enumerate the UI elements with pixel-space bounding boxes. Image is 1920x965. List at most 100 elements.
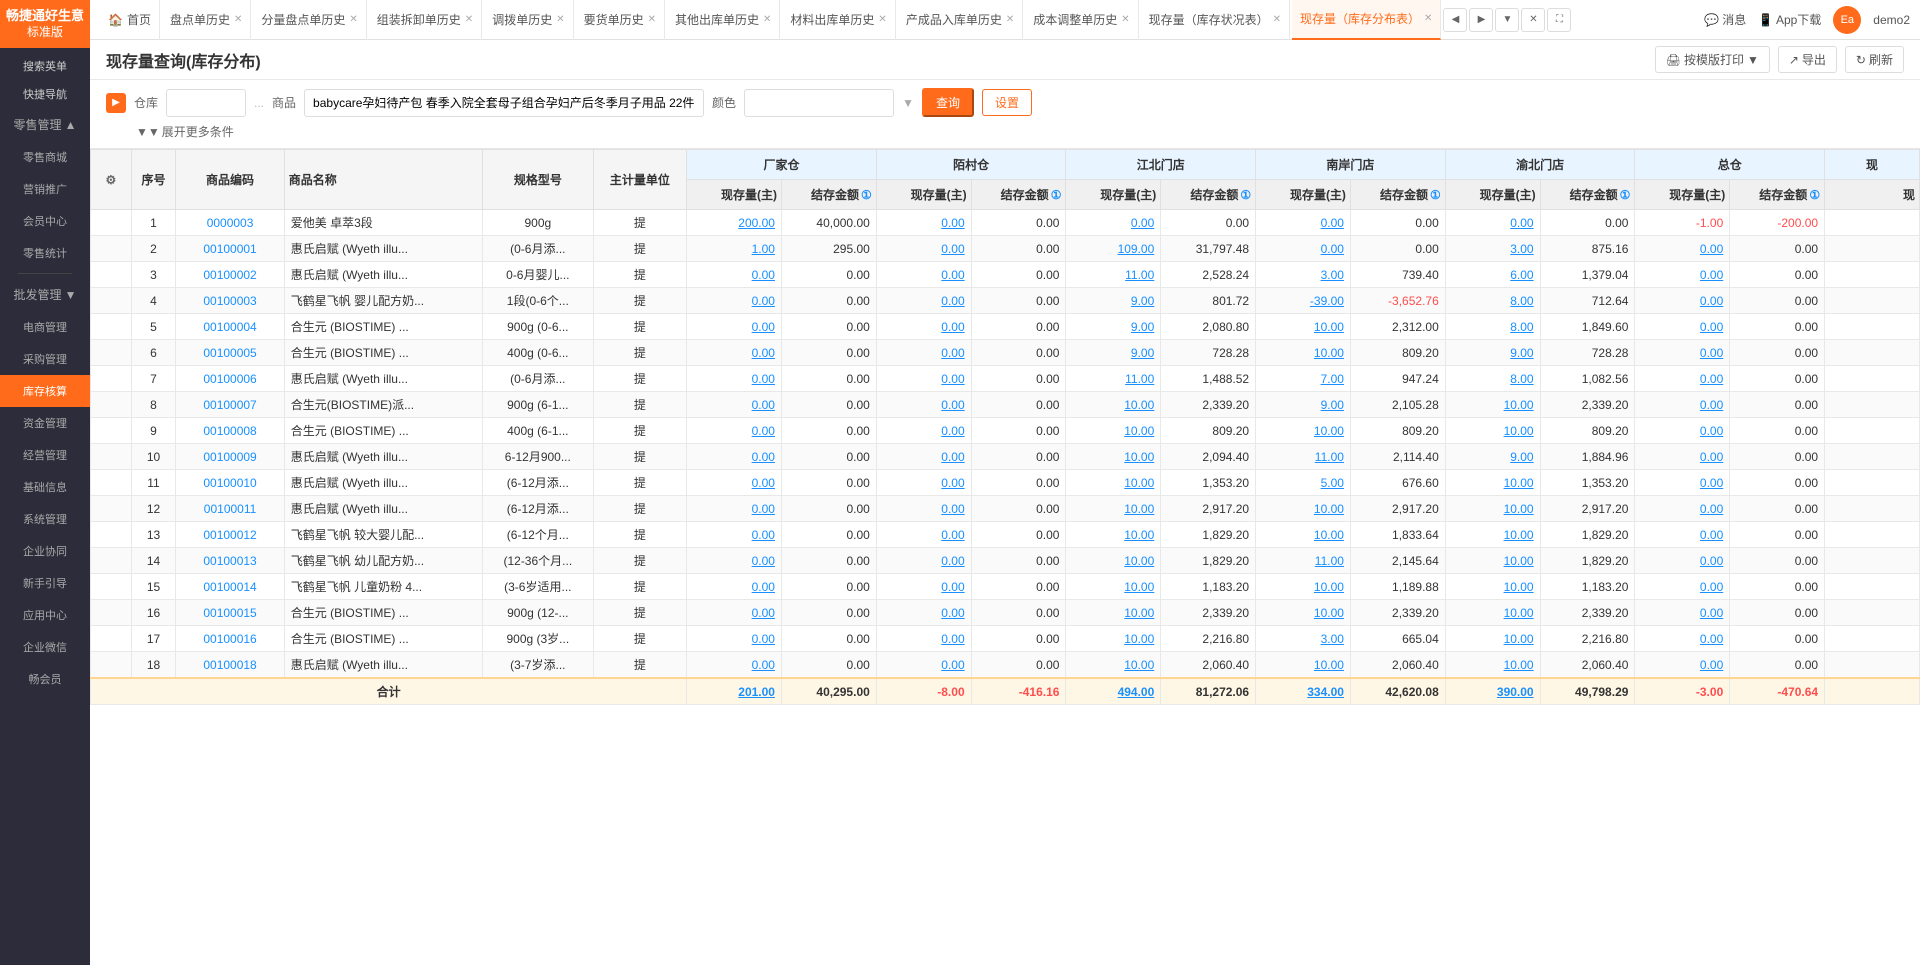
info-icon[interactable]: ① [1240, 188, 1251, 202]
info-icon[interactable]: ① [861, 188, 872, 202]
cell-total-qty[interactable]: 0.00 [1635, 340, 1730, 366]
tab-close-icon[interactable]: ✕ [878, 14, 886, 25]
cell-factory-qty[interactable]: 0.00 [687, 496, 782, 522]
cell-yubei-qty[interactable]: 8.00 [1445, 366, 1540, 392]
cell-nanan-qty[interactable]: 9.00 [1256, 392, 1351, 418]
sidebar-item-retail-stats[interactable]: 零售统计 [0, 237, 90, 269]
tab-cost-adjust[interactable]: 成本调整单历史 ✕ [1025, 0, 1138, 40]
cell-mucun-qty[interactable]: 0.00 [876, 392, 971, 418]
cell-mucun-qty[interactable]: 0.00 [876, 366, 971, 392]
cell-mucun-qty[interactable]: 0.00 [876, 418, 971, 444]
cell-nanan-qty[interactable]: 10.00 [1256, 652, 1351, 679]
sidebar-item-basic-info[interactable]: 基础信息 [0, 471, 90, 503]
cell-mucun-qty[interactable]: 0.00 [876, 314, 971, 340]
cell-jiangbei-qty[interactable]: 9.00 [1066, 340, 1161, 366]
cell-factory-qty[interactable]: 1.00 [687, 236, 782, 262]
tab-assemble[interactable]: 组装拆卸单历史 ✕ [369, 0, 482, 40]
tab-branch-check[interactable]: 分量盘点单历史 ✕ [253, 0, 366, 40]
cell-jiangbei-qty[interactable]: 10.00 [1066, 444, 1161, 470]
cell-mucun-qty[interactable]: 0.00 [876, 470, 971, 496]
cell-nanan-qty[interactable]: 10.00 [1256, 496, 1351, 522]
export-button[interactable]: ↗ 导出 [1778, 46, 1837, 73]
cell-mucun-qty[interactable]: 0.00 [876, 626, 971, 652]
cell-jiangbei-qty[interactable]: 10.00 [1066, 652, 1161, 679]
cell-yubei-qty[interactable]: 10.00 [1445, 496, 1540, 522]
cell-nanan-qty[interactable]: 10.00 [1256, 340, 1351, 366]
cell-total-qty[interactable]: 0.00 [1635, 288, 1730, 314]
cell-jiangbei-qty[interactable]: 10.00 [1066, 470, 1161, 496]
sidebar-item-ecommerce[interactable]: 电商管理 [0, 311, 90, 343]
tab-transfer[interactable]: 调拨单历史 ✕ [484, 0, 573, 40]
total-nanan-qty[interactable]: 334.00 [1256, 678, 1351, 705]
cell-nanan-qty[interactable]: 0.00 [1256, 236, 1351, 262]
username[interactable]: demo2 [1873, 13, 1910, 27]
cell-factory-qty[interactable]: 0.00 [687, 288, 782, 314]
cell-factory-qty[interactable]: 0.00 [687, 314, 782, 340]
cell-mucun-qty[interactable]: 0.00 [876, 340, 971, 366]
sidebar-item-marketing[interactable]: 营销推广 [0, 173, 90, 205]
cell-mucun-qty[interactable]: 0.00 [876, 548, 971, 574]
tab-close-all-btn[interactable]: ✕ [1521, 8, 1545, 32]
cell-total-qty[interactable]: 0.00 [1635, 236, 1730, 262]
cell-yubei-qty[interactable]: 10.00 [1445, 652, 1540, 679]
cell-yubei-qty[interactable]: 6.00 [1445, 262, 1540, 288]
cell-mucun-qty[interactable]: 0.00 [876, 288, 971, 314]
cell-jiangbei-qty[interactable]: 10.00 [1066, 522, 1161, 548]
cell-yubei-qty[interactable]: 10.00 [1445, 418, 1540, 444]
sidebar-item-newbie[interactable]: 新手引导 [0, 567, 90, 599]
cell-factory-qty[interactable]: 0.00 [687, 340, 782, 366]
tab-inventory-check[interactable]: 盘点单历史 ✕ [162, 0, 251, 40]
info-icon[interactable]: ① [1430, 188, 1441, 202]
cell-nanan-qty[interactable]: 11.00 [1256, 548, 1351, 574]
sidebar-item-wechat[interactable]: 企业微信 [0, 631, 90, 663]
expand-filter-toggle[interactable]: ▼▼ 展开更多条件 [136, 123, 1904, 140]
cell-total-qty[interactable]: 0.00 [1635, 652, 1730, 679]
cell-jiangbei-qty[interactable]: 10.00 [1066, 392, 1161, 418]
sidebar-item-retail-mgmt[interactable]: 零售管理 ▲ [0, 108, 90, 141]
cell-factory-qty[interactable]: 0.00 [687, 574, 782, 600]
tab-close-icon[interactable]: ✕ [648, 14, 656, 25]
sidebar-item-member[interactable]: 会员中心 [0, 205, 90, 237]
cell-total-qty[interactable]: 0.00 [1635, 366, 1730, 392]
cell-yubei-qty[interactable]: 10.00 [1445, 626, 1540, 652]
cell-total-qty[interactable]: 0.00 [1635, 418, 1730, 444]
cell-mucun-qty[interactable]: 0.00 [876, 262, 971, 288]
cell-mucun-qty[interactable]: 0.00 [876, 210, 971, 236]
filter-collapse-btn[interactable]: ▶ [106, 93, 126, 113]
cell-jiangbei-qty[interactable]: 9.00 [1066, 288, 1161, 314]
cell-total-qty[interactable]: 0.00 [1635, 522, 1730, 548]
cell-total-qty[interactable]: 0.00 [1635, 496, 1730, 522]
cell-factory-qty[interactable]: 0.00 [687, 548, 782, 574]
cell-nanan-qty[interactable]: 3.00 [1256, 262, 1351, 288]
sidebar-item-system[interactable]: 系统管理 [0, 503, 90, 535]
tab-close-icon[interactable]: ✕ [234, 14, 242, 25]
color-input[interactable] [744, 89, 894, 117]
sidebar-item-quicknav[interactable]: 快捷导航 [0, 80, 90, 108]
print-button[interactable]: 🖨 按模版打印 ▼ [1655, 46, 1770, 73]
cell-factory-qty[interactable]: 0.00 [687, 626, 782, 652]
cell-nanan-qty[interactable]: 3.00 [1256, 626, 1351, 652]
tab-product-in[interactable]: 产成品入库单历史 ✕ [898, 0, 1023, 40]
warehouse-picker-icon[interactable]: ... [254, 96, 264, 110]
settings-icon[interactable]: ⚙ [105, 173, 116, 187]
app-download-link[interactable]: 📱 App下载 [1758, 11, 1821, 28]
cell-yubei-qty[interactable]: 10.00 [1445, 600, 1540, 626]
tab-prev-btn[interactable]: ◀ [1443, 8, 1467, 32]
tab-stock-status[interactable]: 现存量（库存状况表） ✕ [1141, 0, 1290, 40]
tab-close-icon[interactable]: ✕ [1273, 14, 1281, 25]
cell-nanan-qty[interactable]: 5.00 [1256, 470, 1351, 496]
cell-total-qty[interactable]: 0.00 [1635, 314, 1730, 340]
tab-menu-btn[interactable]: ▼ [1495, 8, 1519, 32]
cell-factory-qty[interactable]: 0.00 [687, 470, 782, 496]
cell-total-qty[interactable]: 0.00 [1635, 392, 1730, 418]
cell-nanan-qty[interactable]: -39.00 [1256, 288, 1351, 314]
cell-total-qty[interactable]: 0.00 [1635, 548, 1730, 574]
cell-total-qty[interactable]: 0.00 [1635, 574, 1730, 600]
cell-mucun-qty[interactable]: 0.00 [876, 600, 971, 626]
cell-nanan-qty[interactable]: 11.00 [1256, 444, 1351, 470]
cell-yubei-qty[interactable]: 10.00 [1445, 522, 1540, 548]
cell-jiangbei-qty[interactable]: 11.00 [1066, 262, 1161, 288]
tab-expand-btn[interactable]: ⛶ [1547, 8, 1571, 32]
cell-factory-qty[interactable]: 0.00 [687, 262, 782, 288]
goods-input[interactable] [304, 89, 704, 117]
